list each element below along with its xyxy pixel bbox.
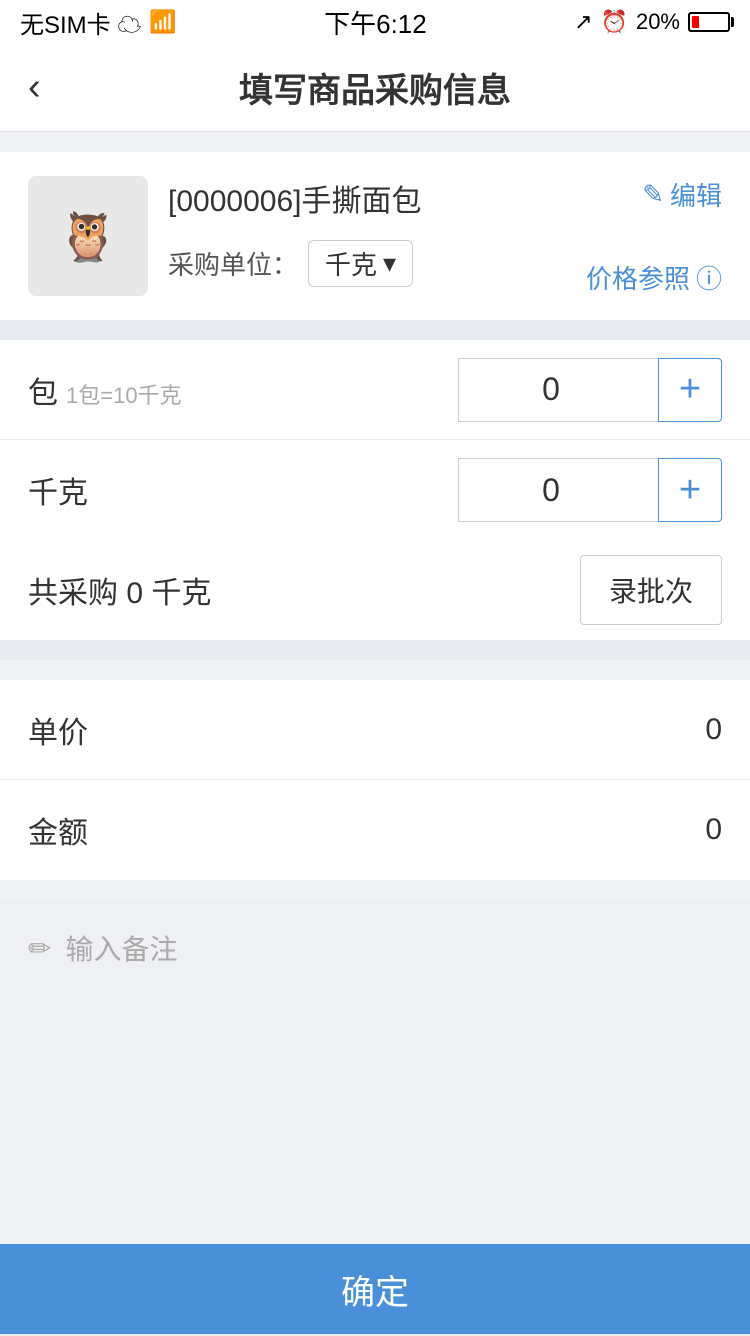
kg-add-button[interactable]: +	[658, 458, 722, 522]
info-icon: ⓘ	[696, 259, 722, 296]
back-button[interactable]: ‹	[28, 66, 41, 109]
product-name: [0000006]手撕面包	[168, 176, 722, 220]
unit-price-value: 0	[705, 713, 722, 747]
chevron-down-icon: ▾	[383, 248, 396, 279]
kg-input-row: 千克 +	[0, 440, 750, 540]
bao-add-button[interactable]: +	[658, 358, 722, 422]
no-sim-label: 无SIM卡 ☁	[20, 5, 141, 40]
confirm-button[interactable]: 确定	[0, 1244, 750, 1334]
status-time: 下午6:12	[324, 4, 427, 41]
amount-row: 金额 0	[0, 780, 750, 880]
product-owl-icon: 🦉	[58, 208, 118, 265]
pencil-icon: ✏	[28, 932, 51, 965]
kg-label: 千克	[28, 468, 88, 512]
product-card: 🦉 [0000006]手撕面包 采购单位： 千克 ▾ ✎ 编辑 价格参照 ⓘ	[0, 152, 750, 320]
note-section[interactable]: ✏ 输入备注	[0, 900, 750, 996]
kg-label-text: 千克	[28, 468, 88, 512]
bao-label-text: 包	[28, 368, 58, 412]
bao-sub-label: 1包=10千克	[66, 378, 182, 410]
summary-row: 共采购 0 千克 录批次	[0, 540, 750, 640]
bao-input-row: 包 1包=10千克 +	[0, 340, 750, 440]
bao-quantity-input[interactable]	[458, 358, 658, 422]
edit-label: 编辑	[670, 176, 722, 213]
alarm-icon: ⏰	[601, 9, 628, 35]
summary-text: 共采购 0 千克	[28, 568, 211, 612]
battery-icon	[688, 12, 730, 32]
bao-label: 包 1包=10千克	[28, 368, 182, 412]
batch-button[interactable]: 录批次	[580, 555, 722, 625]
wifi-icon: 📶	[149, 9, 176, 35]
price-ref-button[interactable]: 价格参照 ⓘ	[586, 259, 722, 296]
page-title: 填写商品采购信息	[239, 63, 511, 112]
price-section: 单价 0 金额 0	[0, 680, 750, 880]
unit-value: 千克	[325, 245, 377, 282]
amount-label: 金额	[28, 808, 88, 852]
battery-percent: 20%	[636, 9, 680, 35]
input-section: 包 1包=10千克 + 千克 +	[0, 340, 750, 540]
kg-quantity-input[interactable]	[458, 458, 658, 522]
unit-price-row: 单价 0	[0, 680, 750, 780]
edit-icon: ✎	[642, 179, 664, 210]
price-ref-label: 价格参照	[586, 259, 690, 296]
section-divider-1	[0, 320, 750, 340]
bao-input-group: +	[458, 358, 722, 422]
nav-bar: ‹ 填写商品采购信息	[0, 44, 750, 132]
kg-input-group: +	[458, 458, 722, 522]
amount-value: 0	[705, 813, 722, 847]
status-left: 无SIM卡 ☁ 📶	[20, 5, 177, 40]
unit-dropdown[interactable]: 千克 ▾	[308, 240, 413, 287]
section-divider-2	[0, 640, 750, 660]
status-bar: 无SIM卡 ☁ 📶 下午6:12 ↗ ⏰ 20%	[0, 0, 750, 44]
edit-button[interactable]: ✎ 编辑	[642, 176, 722, 213]
unit-label: 采购单位：	[168, 245, 298, 282]
product-image: 🦉	[28, 176, 148, 296]
status-right: ↗ ⏰ 20%	[574, 9, 730, 35]
confirm-btn-wrapper: 确定	[0, 1244, 750, 1334]
note-placeholder: 输入备注	[65, 928, 177, 968]
location-icon: ↗	[574, 9, 592, 35]
unit-price-label: 单价	[28, 708, 88, 752]
